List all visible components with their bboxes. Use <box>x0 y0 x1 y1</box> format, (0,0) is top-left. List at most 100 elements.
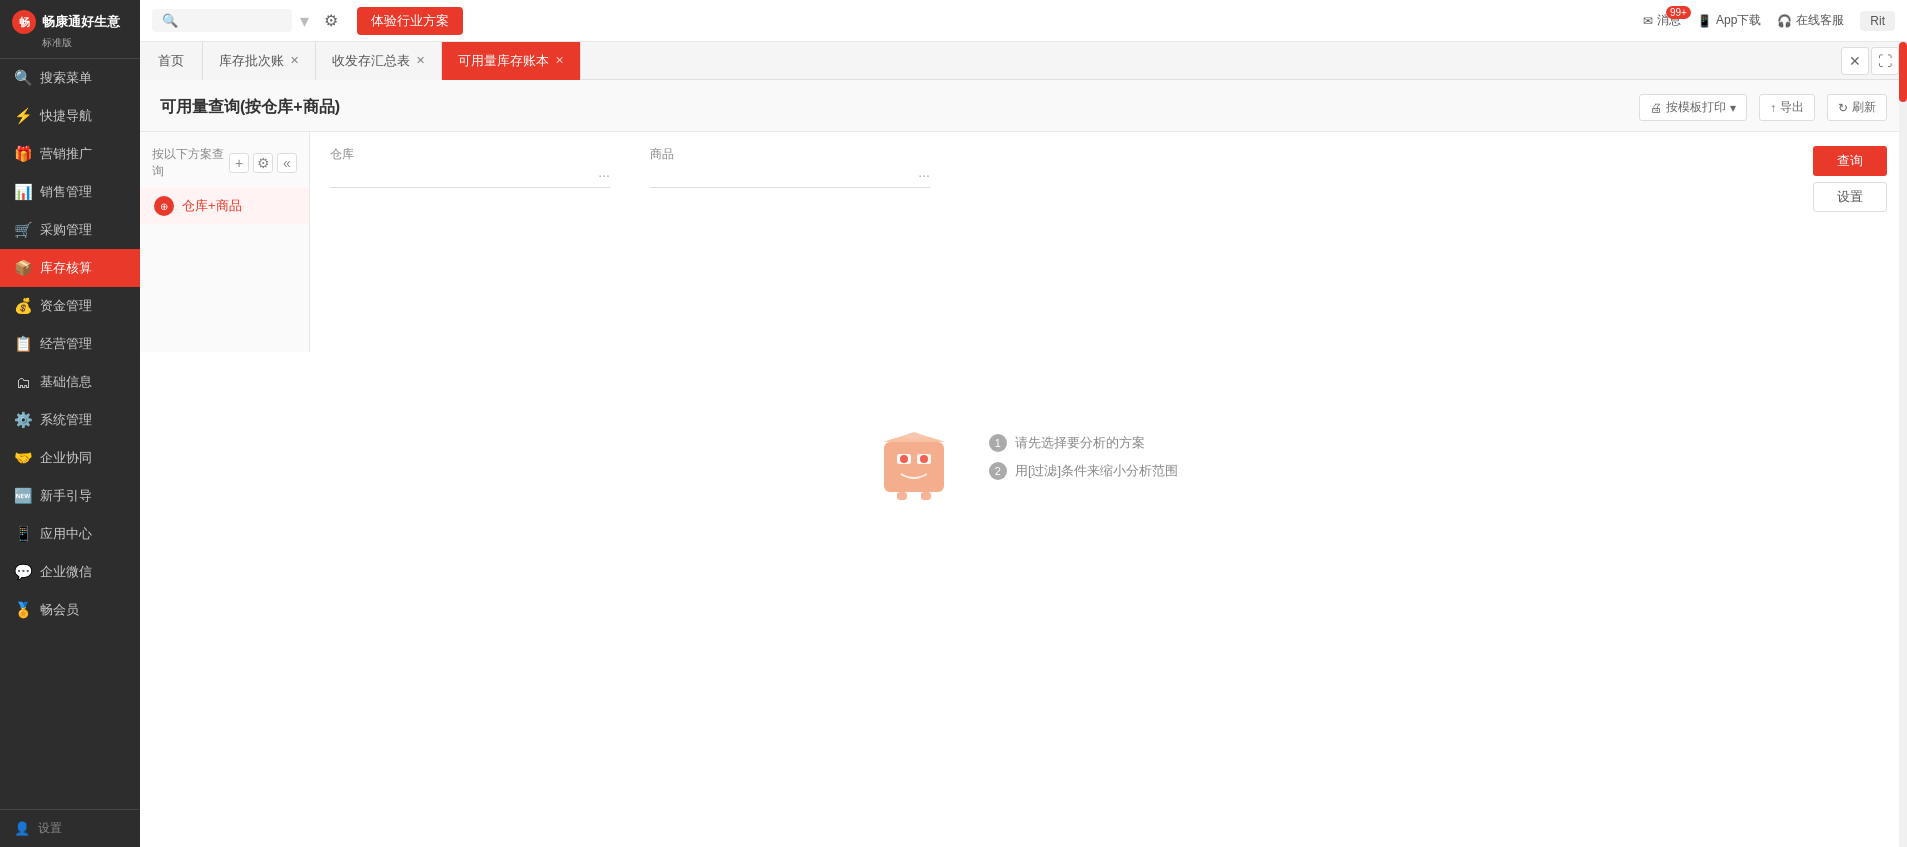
message-button[interactable]: ✉ 消息 99+ <box>1643 12 1681 29</box>
user-avatar-icon: 👤 <box>14 821 30 836</box>
export-button[interactable]: ↑ 导出 <box>1759 94 1815 121</box>
sidebar-bottom[interactable]: 👤 设置 <box>0 809 140 847</box>
sidebar-item-label: 基础信息 <box>40 373 92 391</box>
sidebar-item-member[interactable]: 🏅 畅会员 <box>0 591 140 629</box>
scheme-warehouse-product[interactable]: ⊕ 仓库+商品 <box>140 188 309 224</box>
online-service-label: 在线客服 <box>1796 12 1844 29</box>
sidebar-item-label: 系统管理 <box>40 411 92 429</box>
empty-state: 1 请先选择要分析的方案 2 用[过滤]条件来缩小分析范围 <box>140 352 1907 562</box>
inventory-icon: 📦 <box>14 259 32 277</box>
sidebar-item-shortcut[interactable]: ⚡ 快捷导航 <box>0 97 140 135</box>
sidebar-item-label: 畅会员 <box>40 601 79 619</box>
sidebar-item-inventory[interactable]: 📦 库存核算 <box>0 249 140 287</box>
sidebar-item-label: 企业协同 <box>40 449 92 467</box>
tabbar: 首页 库存批次账 ✕ 收发存汇总表 ✕ 可用量库存账本 ✕ ✕ ⛶ <box>140 42 1907 80</box>
sidebar-item-operations[interactable]: 📋 经营管理 <box>0 325 140 363</box>
template-print-button[interactable]: 🖨 按模板打印 ▾ <box>1639 94 1747 121</box>
query-button[interactable]: 查询 <box>1813 146 1887 176</box>
message-badge: 99+ <box>1666 6 1691 19</box>
page-title: 可用量查询(按仓库+商品) <box>160 97 340 118</box>
query-sidebar-header: 按以下方案查询 + ⚙ « <box>140 142 309 188</box>
gear-button[interactable]: ⚙ <box>317 7 345 35</box>
dropdown-icon[interactable]: ▾ <box>300 10 309 32</box>
app-download-button[interactable]: 📱 App下载 <box>1697 12 1761 29</box>
sidebar: 畅 畅康通好生意 标准版 🔍 搜索菜单 ⚡ 快捷导航 🎁 营销推广 📊 销售管理… <box>0 0 140 847</box>
sidebar-item-label: 库存核算 <box>40 259 92 277</box>
product-more-icon[interactable]: ··· <box>918 167 930 183</box>
user-button[interactable]: Rit <box>1860 11 1895 31</box>
warehouse-more-icon[interactable]: ··· <box>598 167 610 183</box>
sidebar-item-purchase[interactable]: 🛒 采购管理 <box>0 211 140 249</box>
chart-icon: 📊 <box>14 183 32 201</box>
warehouse-input[interactable] <box>330 168 592 183</box>
add-scheme-button[interactable]: + <box>229 153 249 173</box>
refresh-label: 刷新 <box>1852 99 1876 116</box>
tip-number-1: 1 <box>989 434 1007 452</box>
tab-batch-close[interactable]: ✕ <box>290 54 299 67</box>
logo-icon: 畅 <box>12 10 36 34</box>
sidebar-item-label: 采购管理 <box>40 221 92 239</box>
right-scrollbar[interactable] <box>1899 42 1907 847</box>
sidebar-item-finance[interactable]: 💰 资金管理 <box>0 287 140 325</box>
empty-tips: 1 请先选择要分析的方案 2 用[过滤]条件来缩小分析范围 <box>989 434 1178 480</box>
search-input[interactable] <box>182 14 282 28</box>
query-sidebar-actions: + ⚙ « <box>229 153 297 173</box>
headset-icon: 🎧 <box>1777 14 1792 28</box>
sidebar-item-label: 销售管理 <box>40 183 92 201</box>
sidebar-item-label: 企业微信 <box>40 563 92 581</box>
scheme-icon: ⊕ <box>154 196 174 216</box>
dropdown-chevron-icon: ▾ <box>1730 101 1736 115</box>
sidebar-item-sales[interactable]: 📊 销售管理 <box>0 173 140 211</box>
tab-home[interactable]: 首页 <box>140 42 203 80</box>
search-icon: 🔍 <box>162 13 178 28</box>
sidebar-item-search[interactable]: 🔍 搜索菜单 <box>0 59 140 97</box>
gift-icon: 🎁 <box>14 145 32 163</box>
right-scrollbar-thumb <box>1899 42 1907 102</box>
sidebar-item-wechat[interactable]: 💬 企业微信 <box>0 553 140 591</box>
settings-button[interactable]: 设置 <box>1813 182 1887 212</box>
settings-scheme-button[interactable]: ⚙ <box>253 153 273 173</box>
sidebar-header: 畅 畅康通好生意 标准版 <box>0 0 140 59</box>
user-name-label: Rit <box>1870 14 1885 28</box>
refresh-button[interactable]: ↻ 刷新 <box>1827 94 1887 121</box>
tab-available[interactable]: 可用量库存账本 ✕ <box>442 42 581 80</box>
product-input[interactable] <box>650 168 912 183</box>
sidebar-item-cooperation[interactable]: 🤝 企业协同 <box>0 439 140 477</box>
tab-available-label: 可用量库存账本 <box>458 52 549 70</box>
sidebar-item-label: 搜索菜单 <box>40 69 92 87</box>
empty-tip-1-text: 请先选择要分析的方案 <box>1015 434 1145 452</box>
sidebar-item-system[interactable]: ⚙️ 系统管理 <box>0 401 140 439</box>
tab-summary-close[interactable]: ✕ <box>416 54 425 67</box>
sidebar-item-label: 营销推广 <box>40 145 92 163</box>
query-sidebar: 按以下方案查询 + ⚙ « ⊕ 仓库+商品 <box>140 132 310 352</box>
empty-tip-1: 1 请先选择要分析的方案 <box>989 434 1178 452</box>
query-fields: 仓库 ··· 商品 ··· 查询 <box>330 146 1887 212</box>
svg-point-3 <box>900 455 908 463</box>
tab-batch-label: 库存批次账 <box>219 52 284 70</box>
page-header-actions: 🖨 按模板打印 ▾ ↑ 导出 ↻ 刷新 <box>1639 94 1887 121</box>
tab-close-window[interactable]: ✕ <box>1841 47 1869 75</box>
sidebar-item-label: 资金管理 <box>40 297 92 315</box>
tab-maximize[interactable]: ⛶ <box>1871 47 1899 75</box>
sidebar-item-guide[interactable]: 🆕 新手引导 <box>0 477 140 515</box>
query-main: 仓库 ··· 商品 ··· 查询 <box>310 132 1907 352</box>
industry-btn[interactable]: 体验行业方案 <box>357 7 463 35</box>
collapse-sidebar-button[interactable]: « <box>277 153 297 173</box>
online-service-button[interactable]: 🎧 在线客服 <box>1777 12 1844 29</box>
sidebar-item-appcenter[interactable]: 📱 应用中心 <box>0 515 140 553</box>
money-icon: 💰 <box>14 297 32 315</box>
member-icon: 🏅 <box>14 601 32 619</box>
warehouse-field: 仓库 ··· <box>330 146 610 188</box>
topbar-search-box[interactable]: 🔍 <box>152 9 292 32</box>
tab-batch[interactable]: 库存批次账 ✕ <box>203 42 316 80</box>
sidebar-item-basic[interactable]: 🗂 基础信息 <box>0 363 140 401</box>
sidebar-item-marketing[interactable]: 🎁 营销推广 <box>0 135 140 173</box>
message-icon: ✉ <box>1643 14 1653 28</box>
product-field-label: 商品 <box>650 146 930 163</box>
tab-summary[interactable]: 收发存汇总表 ✕ <box>316 42 442 80</box>
page-header: 可用量查询(按仓库+商品) 🖨 按模板打印 ▾ ↑ 导出 ↻ 刷新 <box>140 80 1907 132</box>
warehouse-field-input-container: ··· <box>330 167 610 188</box>
product-field-input-container: ··· <box>650 167 930 188</box>
tab-available-close[interactable]: ✕ <box>555 54 564 67</box>
tab-home-label: 首页 <box>158 52 184 70</box>
